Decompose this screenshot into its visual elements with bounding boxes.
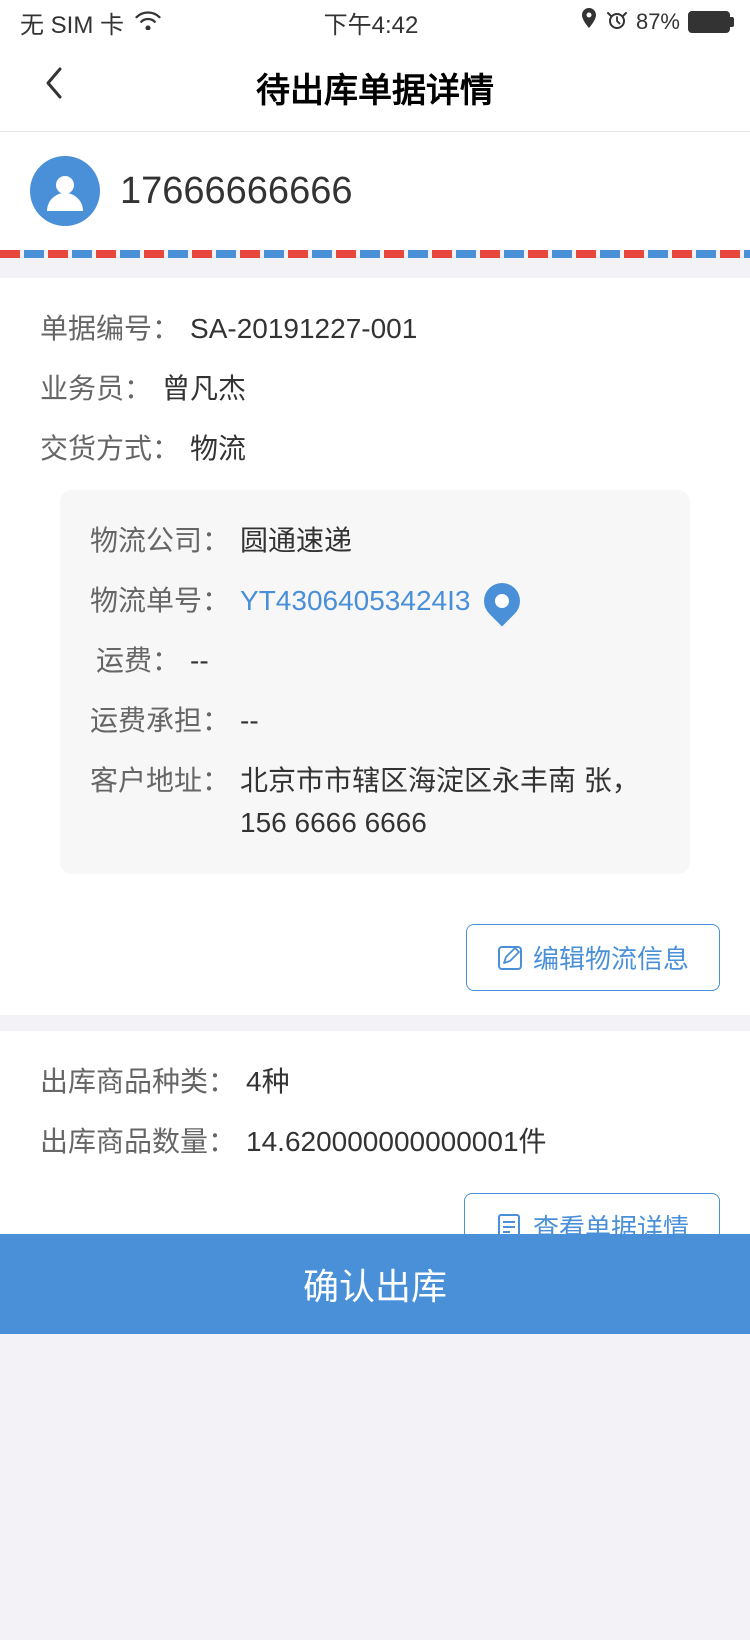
- address-row: 客户地址： 北京市市辖区海淀区永丰南 张，156 6666 6666: [90, 760, 660, 844]
- salesperson-row: 业务员： 曾凡杰: [40, 368, 710, 410]
- alarm-icon: [606, 8, 628, 36]
- goods-quantity-value: 14.620000000000001件: [246, 1121, 710, 1163]
- nav-bar: 待出库单据详情: [0, 44, 750, 132]
- order-number-row: 单据编号： SA-20191227-001: [40, 308, 710, 350]
- edit-logistics-button[interactable]: 编辑物流信息: [466, 924, 720, 991]
- tracking-number-label: 物流单号：: [90, 580, 230, 622]
- status-bar: 无 SIM 卡 下午4:42: [0, 0, 750, 44]
- freight-bearer-value: --: [240, 700, 660, 742]
- order-number-value: SA-20191227-001: [190, 308, 710, 350]
- avatar: [30, 156, 100, 226]
- status-left: 无 SIM 卡: [20, 5, 162, 40]
- edit-logistics-section: 编辑物流信息: [0, 924, 750, 1015]
- logistics-company-label: 物流公司：: [90, 520, 230, 562]
- goods-type-value: 4种: [246, 1061, 710, 1103]
- order-number-label: 单据编号：: [40, 308, 180, 350]
- customer-phone: 17666666666: [120, 170, 352, 213]
- edit-icon: [497, 945, 523, 971]
- logistics-card: 物流公司： 圆通速递 物流单号： YT43064053424I3 运费： -- …: [60, 490, 690, 874]
- customer-header: 17666666666: [0, 132, 750, 250]
- time-label: 下午4:42: [324, 5, 419, 40]
- goods-type-label: 出库商品种类：: [40, 1061, 236, 1103]
- freight-bearer-label: 运费承担：: [90, 700, 230, 742]
- tracking-number-value: YT43064053424I3: [240, 580, 660, 622]
- freight-value: --: [190, 640, 660, 682]
- battery-text: 87%: [636, 9, 680, 35]
- salesperson-label: 业务员：: [40, 368, 152, 410]
- address-value: 北京市市辖区海淀区永丰南 张，156 6666 6666: [240, 760, 660, 844]
- delivery-method-value: 物流: [190, 428, 710, 470]
- edit-logistics-label: 编辑物流信息: [533, 939, 689, 976]
- location-status-icon: [580, 8, 598, 36]
- goods-quantity-label: 出库商品数量：: [40, 1121, 236, 1163]
- goods-quantity-row: 出库商品数量： 14.620000000000001件: [40, 1121, 710, 1163]
- delivery-method-row: 交货方式： 物流: [40, 428, 710, 470]
- page-title: 待出库单据详情: [256, 63, 494, 112]
- goods-card: 出库商品种类： 4种 出库商品数量： 14.620000000000001件: [0, 1031, 750, 1193]
- freight-label: 运费：: [90, 640, 180, 682]
- logistics-company-value: 圆通速递: [240, 520, 660, 562]
- delivery-method-label: 交货方式：: [40, 428, 180, 470]
- carrier-label: 无 SIM 卡: [20, 5, 124, 40]
- battery-icon: [688, 11, 730, 33]
- back-button[interactable]: [30, 51, 78, 124]
- confirm-outbound-label: 确认出库: [303, 1258, 447, 1310]
- section-divider: [0, 1015, 750, 1031]
- freight-bearer-row: 运费承担： --: [90, 700, 660, 742]
- tracking-number-row: 物流单号： YT43064053424I3: [90, 580, 660, 622]
- tracking-location-icon[interactable]: [477, 576, 528, 627]
- freight-row: 运费： --: [90, 640, 660, 682]
- status-right: 87%: [580, 8, 730, 36]
- order-info-card: 单据编号： SA-20191227-001 业务员： 曾凡杰 交货方式： 物流 …: [0, 278, 750, 924]
- confirm-outbound-button[interactable]: 确认出库: [0, 1234, 750, 1334]
- dashed-divider: [0, 250, 750, 258]
- salesperson-value: 曾凡杰: [162, 368, 710, 410]
- goods-type-row: 出库商品种类： 4种: [40, 1061, 710, 1103]
- logistics-company-row: 物流公司： 圆通速递: [90, 520, 660, 562]
- address-label: 客户地址：: [90, 760, 230, 802]
- wifi-icon: [134, 8, 162, 36]
